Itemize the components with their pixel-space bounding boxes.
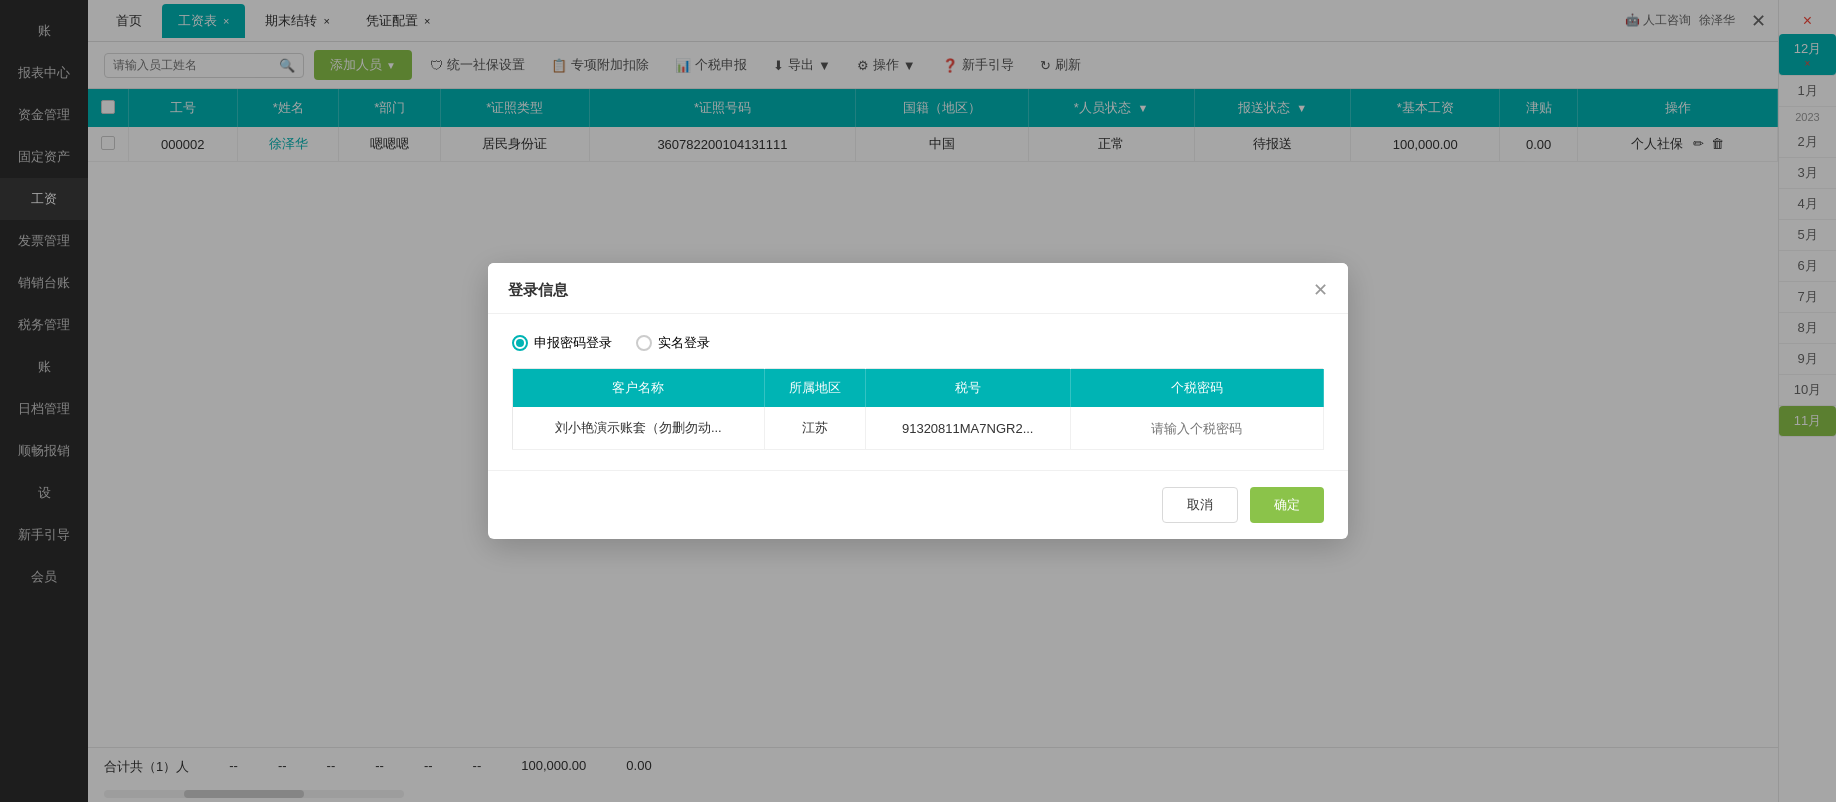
modal-close-button[interactable]: ✕ — [1313, 279, 1328, 301]
radio-group: 申报密码登录 实名登录 — [512, 334, 1324, 352]
password-cell[interactable] — [1070, 407, 1323, 450]
inner-table-header-row: 客户名称 所属地区 税号 个税密码 — [513, 369, 1324, 408]
confirm-button[interactable]: 确定 — [1250, 487, 1324, 523]
col-region: 所属地区 — [764, 369, 865, 408]
radio-password-circle — [512, 335, 528, 351]
cancel-button[interactable]: 取消 — [1162, 487, 1238, 523]
modal-footer: 取消 确定 — [488, 470, 1348, 539]
radio-option-realname[interactable]: 实名登录 — [636, 334, 710, 352]
radio-option-password[interactable]: 申报密码登录 — [512, 334, 612, 352]
modal-header: 登录信息 ✕ — [488, 263, 1348, 314]
modal-overlay: 登录信息 ✕ 申报密码登录 实名登录 客户名称 所属地区 — [0, 0, 1836, 802]
col-client-name: 客户名称 — [513, 369, 765, 408]
inner-table-row: 刘小艳演示账套（勿删勿动... 江苏 91320811MA7NGR2... — [513, 407, 1324, 450]
col-tax-no: 税号 — [865, 369, 1070, 408]
tax-no-cell: 91320811MA7NGR2... — [865, 407, 1070, 450]
tax-password-input[interactable] — [1083, 421, 1311, 436]
radio-password-label: 申报密码登录 — [534, 334, 612, 352]
radio-realname-circle — [636, 335, 652, 351]
modal-title: 登录信息 — [508, 281, 568, 300]
radio-realname-label: 实名登录 — [658, 334, 710, 352]
login-info-table: 客户名称 所属地区 税号 个税密码 刘小艳演示账套（勿删勿动... 江苏 913… — [512, 368, 1324, 450]
client-name-cell: 刘小艳演示账套（勿删勿动... — [513, 407, 765, 450]
region-cell: 江苏 — [764, 407, 865, 450]
login-info-modal: 登录信息 ✕ 申报密码登录 实名登录 客户名称 所属地区 — [488, 263, 1348, 539]
modal-body: 申报密码登录 实名登录 客户名称 所属地区 税号 个税密码 — [488, 314, 1348, 470]
col-tax-password: 个税密码 — [1070, 369, 1323, 408]
